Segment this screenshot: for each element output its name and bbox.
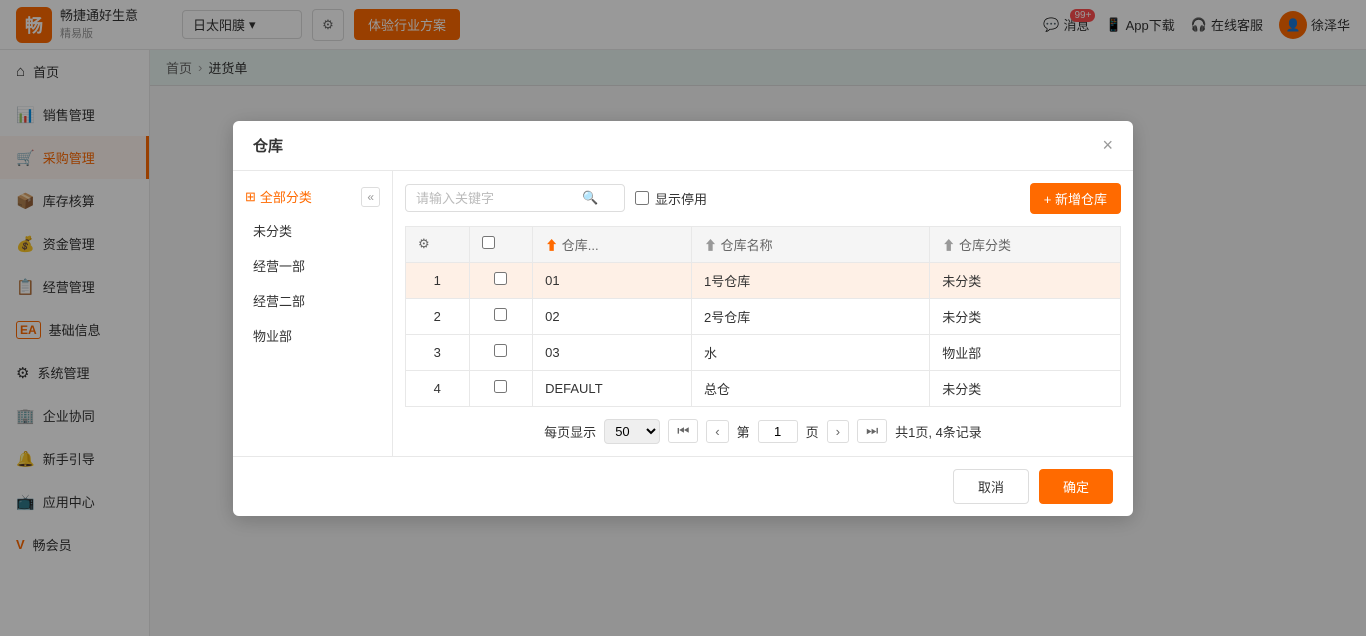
row-category: 未分类 — [930, 262, 1121, 298]
row-code: 02 — [533, 298, 692, 334]
row-code: DEFAULT — [533, 370, 692, 406]
modal-footer: 取消 确定 — [233, 456, 1133, 516]
table-panel: 🔍 显示停用 + 新增仓库 ⚙ — [393, 171, 1133, 456]
modal-overlay: 仓库 × ⊞ 全部分类 « 未分类 经营一部 经营二部 物业部 — [0, 0, 1366, 636]
row-check — [469, 298, 533, 334]
confirm-button[interactable]: 确定 — [1039, 469, 1113, 504]
row-num: 1 — [406, 262, 470, 298]
category-item-unclassified[interactable]: 未分类 — [233, 213, 392, 248]
warehouse-table: ⚙ ⬆ 仓库... ⬆ — [405, 226, 1121, 407]
add-warehouse-button[interactable]: + 新增仓库 — [1030, 183, 1121, 214]
col-header-name: ⬆ 仓库名称 — [691, 226, 929, 262]
per-page-select[interactable]: 50 20 100 — [604, 419, 660, 444]
category-panel: ⊞ 全部分类 « 未分类 经营一部 经营二部 物业部 — [233, 171, 393, 456]
sort-icon3: ⬆ — [942, 238, 955, 253]
table-row[interactable]: 3 03 水 物业部 — [406, 334, 1121, 370]
per-page-label: 每页显示 — [544, 422, 596, 441]
search-input[interactable] — [416, 191, 576, 206]
show-disabled-label: 显示停用 — [635, 189, 707, 208]
prev-page-button[interactable]: ‹ — [706, 420, 728, 443]
modal-close-button[interactable]: × — [1102, 136, 1113, 154]
row-name: 1号仓库 — [691, 262, 929, 298]
next-page-button[interactable]: › — [827, 420, 849, 443]
col-header-check — [469, 226, 533, 262]
row-code: 03 — [533, 334, 692, 370]
select-all-checkbox[interactable] — [482, 236, 495, 249]
table-row[interactable]: 2 02 2号仓库 未分类 — [406, 298, 1121, 334]
row-category: 物业部 — [930, 334, 1121, 370]
modal-body: ⊞ 全部分类 « 未分类 经营一部 经营二部 物业部 🔍 — [233, 171, 1133, 456]
category-title: ⊞ 全部分类 — [245, 187, 312, 206]
search-icon: 🔍 — [582, 190, 598, 206]
category-item-property[interactable]: 物业部 — [233, 318, 392, 353]
row-num: 3 — [406, 334, 470, 370]
search-box: 🔍 — [405, 184, 625, 212]
row-code: 01 — [533, 262, 692, 298]
row-checkbox[interactable] — [494, 344, 507, 357]
table-row[interactable]: 1 01 1号仓库 未分类 — [406, 262, 1121, 298]
col-header-settings: ⚙ — [406, 226, 470, 262]
category-header: ⊞ 全部分类 « — [233, 181, 392, 213]
cancel-button[interactable]: 取消 — [953, 469, 1029, 504]
row-name: 水 — [691, 334, 929, 370]
collapse-button[interactable]: « — [361, 187, 380, 207]
grid-icon: ⊞ — [245, 189, 256, 205]
total-info: 共1页, 4条记录 — [895, 422, 982, 441]
category-item-ops2[interactable]: 经营二部 — [233, 283, 392, 318]
pagination-bar: 每页显示 50 20 100 ⏮ ‹ 第 页 › ⏭ 共1页, 4条记录 — [405, 419, 1121, 444]
row-name: 2号仓库 — [691, 298, 929, 334]
row-checkbox[interactable] — [494, 308, 507, 321]
show-disabled-checkbox[interactable] — [635, 191, 649, 205]
sort-icon: ⬆ — [545, 238, 558, 253]
modal-header: 仓库 × — [233, 121, 1133, 171]
page-input[interactable] — [758, 420, 798, 443]
row-name: 总仓 — [691, 370, 929, 406]
table-row[interactable]: 4 DEFAULT 总仓 未分类 — [406, 370, 1121, 406]
modal-title: 仓库 — [253, 135, 283, 156]
sort-icon2: ⬆ — [704, 238, 717, 253]
first-page-button[interactable]: ⏮ — [668, 419, 698, 443]
settings-icon: ⚙ — [418, 236, 430, 251]
warehouse-modal: 仓库 × ⊞ 全部分类 « 未分类 经营一部 经营二部 物业部 — [233, 121, 1133, 516]
page-label: 第 — [737, 422, 750, 441]
col-header-code: ⬆ 仓库... — [533, 226, 692, 262]
row-check — [469, 370, 533, 406]
page-suffix: 页 — [806, 422, 819, 441]
last-page-button[interactable]: ⏭ — [857, 419, 887, 443]
row-check — [469, 334, 533, 370]
table-container: ⚙ ⬆ 仓库... ⬆ — [405, 226, 1121, 407]
row-num: 2 — [406, 298, 470, 334]
table-toolbar: 🔍 显示停用 + 新增仓库 — [405, 183, 1121, 214]
row-check — [469, 262, 533, 298]
col-header-category: ⬆ 仓库分类 — [930, 226, 1121, 262]
row-checkbox[interactable] — [494, 380, 507, 393]
row-num: 4 — [406, 370, 470, 406]
category-item-ops1[interactable]: 经营一部 — [233, 248, 392, 283]
row-checkbox[interactable] — [494, 272, 507, 285]
row-category: 未分类 — [930, 298, 1121, 334]
row-category: 未分类 — [930, 370, 1121, 406]
